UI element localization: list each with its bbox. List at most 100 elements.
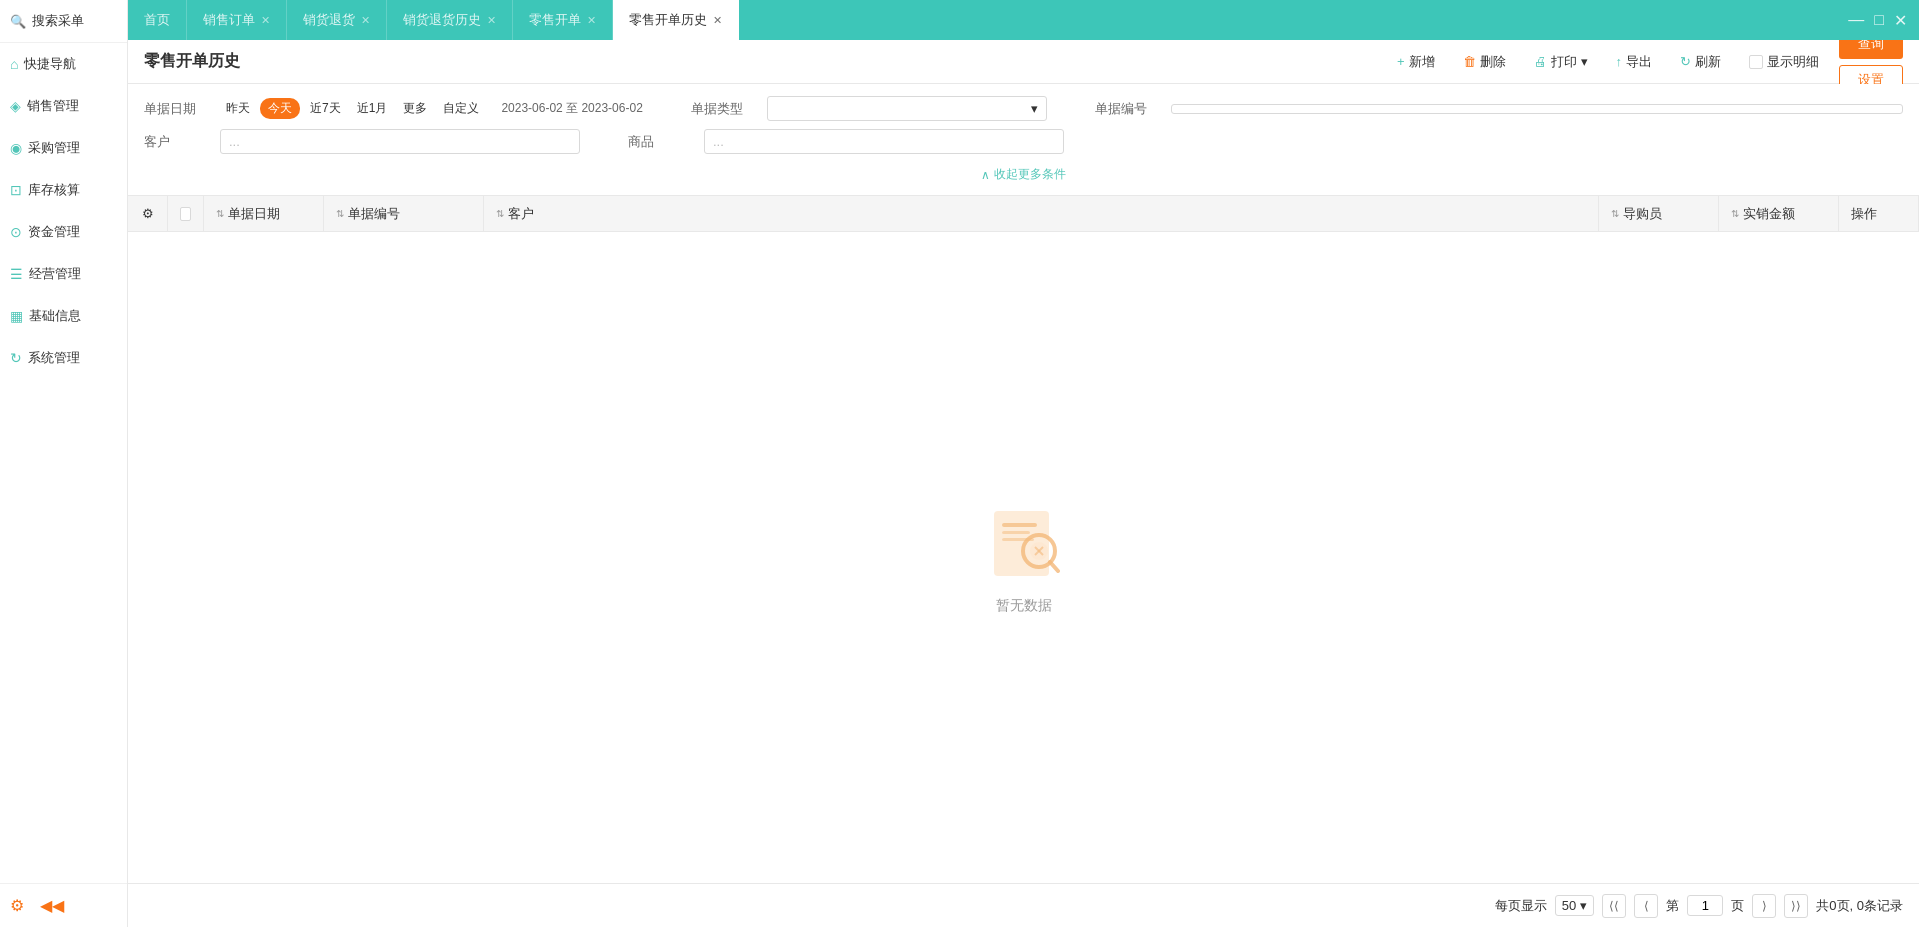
sidebar-item-sales-mgmt[interactable]: ◈ 销售管理 bbox=[0, 85, 127, 127]
delete-button[interactable]: 🗑 删除 bbox=[1455, 49, 1514, 75]
delete-label: 删除 bbox=[1480, 53, 1506, 71]
customer-input[interactable]: ... bbox=[220, 129, 580, 154]
collapse-icon: ∧ bbox=[981, 168, 990, 182]
page-label-suffix: 页 bbox=[1731, 897, 1744, 915]
query-button[interactable]: 查询 bbox=[1839, 40, 1903, 59]
export-button[interactable]: ↑ 导出 bbox=[1608, 49, 1661, 75]
settings-bottom-icon[interactable]: ⚙ bbox=[10, 896, 24, 915]
date-btn-7days[interactable]: 近7天 bbox=[304, 98, 347, 119]
tab-sales-return-close[interactable]: ✕ bbox=[361, 14, 370, 27]
tab-home-label: 首页 bbox=[144, 11, 170, 29]
per-page-select[interactable]: 50 ▾ bbox=[1555, 895, 1594, 916]
settings-icon: ⚙ bbox=[142, 206, 154, 221]
collapse-filter-button[interactable]: ∧ 收起更多条件 bbox=[981, 162, 1066, 187]
tab-retail-open-label: 零售开单 bbox=[529, 11, 581, 29]
order-type-label: 单据类型 bbox=[691, 100, 751, 118]
date-btn-yesterday[interactable]: 昨天 bbox=[220, 98, 256, 119]
th-date[interactable]: ⇅ 单据日期 bbox=[204, 196, 324, 232]
svg-line-6 bbox=[1050, 562, 1058, 571]
sidebar-item-purchase-mgmt[interactable]: ◉ 采购管理 bbox=[0, 127, 127, 169]
print-button[interactable]: 🖨 打印 ▾ bbox=[1526, 49, 1596, 75]
th-guide[interactable]: ⇅ 导购员 bbox=[1599, 196, 1719, 232]
sidebar-item-operations[interactable]: ☰ 经营管理 bbox=[0, 253, 127, 295]
main-content: 首页 销售订单 ✕ 销货退货 ✕ 销货退货历史 ✕ 零售开单 ✕ 零售开单历史 … bbox=[128, 0, 1919, 927]
th-order-no-label: 单据编号 bbox=[348, 205, 400, 223]
tab-retail-open-history-close[interactable]: ✕ bbox=[713, 14, 722, 27]
window-controls: — □ ✕ bbox=[1848, 11, 1919, 30]
tab-retail-open[interactable]: 零售开单 ✕ bbox=[513, 0, 613, 40]
sidebar-item-system[interactable]: ↻ 系统管理 bbox=[0, 337, 127, 379]
tab-sales-return[interactable]: 销货退货 ✕ bbox=[287, 0, 387, 40]
page-label-prefix: 第 bbox=[1666, 897, 1679, 915]
current-page-input[interactable] bbox=[1687, 895, 1723, 916]
sidebar-item-label-finance: 资金管理 bbox=[28, 223, 80, 241]
date-filter-label: 单据日期 bbox=[144, 100, 204, 118]
date-btn-1month[interactable]: 近1月 bbox=[351, 98, 394, 119]
th-customer[interactable]: ⇅ 客户 bbox=[484, 196, 1599, 232]
collapse-row: ∧ 收起更多条件 bbox=[144, 162, 1903, 187]
sidebar-search[interactable]: 🔍 搜索采单 bbox=[0, 0, 127, 43]
date-btn-today[interactable]: 今天 bbox=[260, 98, 300, 119]
customer-label: 客户 bbox=[144, 133, 204, 151]
maximize-icon[interactable]: □ bbox=[1874, 11, 1884, 29]
sort-icon-date: ⇅ bbox=[216, 208, 224, 219]
date-btn-more[interactable]: 更多 bbox=[397, 98, 433, 119]
sidebar-item-basic-info[interactable]: ▦ 基础信息 bbox=[0, 295, 127, 337]
tab-sales-return-history-close[interactable]: ✕ bbox=[487, 14, 496, 27]
sidebar-item-quick-nav[interactable]: ⌂ 快捷导航 bbox=[0, 43, 127, 85]
sidebar: 🔍 搜索采单 ⌂ 快捷导航 ◈ 销售管理 ◉ 采购管理 ⊡ 库存核算 ⊙ 资金管… bbox=[0, 0, 128, 927]
sidebar-item-inventory[interactable]: ⊡ 库存核算 bbox=[0, 169, 127, 211]
refresh-icon: ↻ bbox=[1680, 54, 1691, 69]
print-icon: 🖨 bbox=[1534, 54, 1547, 69]
operations-icon: ☰ bbox=[10, 266, 23, 282]
tab-retail-open-close[interactable]: ✕ bbox=[587, 14, 596, 27]
tab-sales-order-close[interactable]: ✕ bbox=[261, 14, 270, 27]
collapse-sidebar-icon[interactable]: ◀◀ bbox=[40, 896, 64, 915]
first-page-button[interactable]: ⟨⟨ bbox=[1602, 894, 1626, 918]
tab-retail-open-history[interactable]: 零售开单历史 ✕ bbox=[613, 0, 739, 40]
sidebar-item-label-purchase-mgmt: 采购管理 bbox=[28, 139, 80, 157]
finance-icon: ⊙ bbox=[10, 224, 22, 240]
sort-icon-amount: ⇅ bbox=[1731, 208, 1739, 219]
date-filter-buttons: 昨天 今天 近7天 近1月 更多 自定义 bbox=[220, 98, 485, 119]
date-range-display: 2023-06-02 至 2023-06-02 bbox=[501, 100, 642, 117]
sort-icon-customer: ⇅ bbox=[496, 208, 504, 219]
tab-sales-order[interactable]: 销售订单 ✕ bbox=[187, 0, 287, 40]
svg-rect-2 bbox=[1002, 531, 1030, 534]
order-no-input[interactable] bbox=[1171, 104, 1903, 114]
prev-page-button[interactable]: ⟨ bbox=[1634, 894, 1658, 918]
sales-icon: ◈ bbox=[10, 98, 21, 114]
delete-icon: 🗑 bbox=[1463, 54, 1476, 69]
minimize-icon[interactable]: — bbox=[1848, 11, 1864, 29]
tab-home[interactable]: 首页 bbox=[128, 0, 187, 40]
collapse-label: 收起更多条件 bbox=[994, 166, 1066, 183]
tab-bar: 首页 销售订单 ✕ 销货退货 ✕ 销货退货历史 ✕ 零售开单 ✕ 零售开单历史 … bbox=[128, 0, 1919, 40]
export-label: 导出 bbox=[1626, 53, 1652, 71]
sidebar-item-finance[interactable]: ⊙ 资金管理 bbox=[0, 211, 127, 253]
th-amount-label: 实销金额 bbox=[1743, 205, 1795, 223]
order-type-select[interactable]: ▾ bbox=[767, 96, 1047, 121]
per-page-label: 每页显示 bbox=[1495, 897, 1547, 915]
add-button[interactable]: + 新增 bbox=[1389, 49, 1443, 75]
add-label: 新增 bbox=[1409, 53, 1435, 71]
add-icon: + bbox=[1397, 54, 1405, 69]
th-checkbox[interactable] bbox=[168, 196, 204, 232]
th-amount[interactable]: ⇅ 实销金额 bbox=[1719, 196, 1839, 232]
sort-icon-order-no: ⇅ bbox=[336, 208, 344, 219]
date-btn-custom[interactable]: 自定义 bbox=[437, 98, 485, 119]
next-page-button[interactable]: ⟩ bbox=[1752, 894, 1776, 918]
refresh-button[interactable]: ↻ 刷新 bbox=[1672, 49, 1729, 75]
basic-info-icon: ▦ bbox=[10, 308, 23, 324]
sidebar-item-label-sales-mgmt: 销售管理 bbox=[27, 97, 79, 115]
tab-sales-return-history[interactable]: 销货退货历史 ✕ bbox=[387, 0, 513, 40]
table-header: ⚙ ⇅ 单据日期 ⇅ 单据编号 ⇅ 客户 ⇅ bbox=[128, 196, 1919, 232]
last-page-button[interactable]: ⟩⟩ bbox=[1784, 894, 1808, 918]
th-date-label: 单据日期 bbox=[228, 205, 280, 223]
header-checkbox[interactable] bbox=[180, 207, 191, 221]
product-input[interactable]: ... bbox=[704, 129, 1064, 154]
th-settings[interactable]: ⚙ bbox=[128, 196, 168, 232]
th-order-no[interactable]: ⇅ 单据编号 bbox=[324, 196, 484, 232]
display-detail-toggle[interactable]: 显示明细 bbox=[1741, 49, 1827, 75]
product-label: 商品 bbox=[628, 133, 688, 151]
close-icon[interactable]: ✕ bbox=[1894, 11, 1907, 30]
